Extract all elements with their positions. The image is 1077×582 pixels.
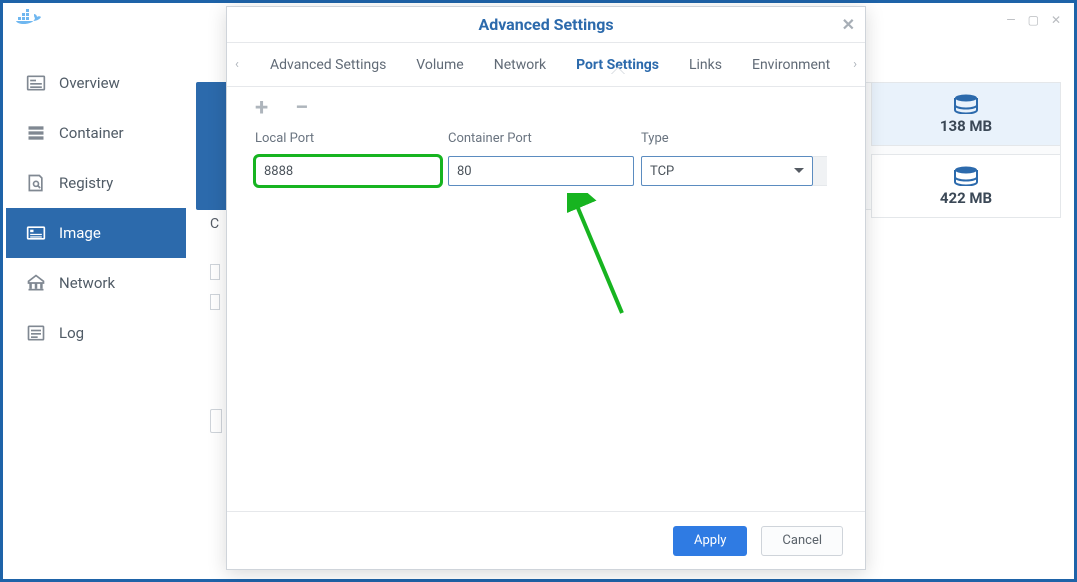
button-fragment [210, 409, 222, 433]
search-doc-icon [26, 173, 46, 193]
image-row[interactable]: 138 MB [871, 82, 1061, 146]
type-select-value: TCP [650, 164, 674, 179]
sidebar-item-log[interactable]: Log [6, 308, 186, 358]
truncated-text: C [210, 216, 219, 232]
tab-scroll-left-icon[interactable]: ‹ [235, 57, 239, 72]
image-icon [26, 223, 46, 243]
tab-port-settings[interactable]: Port Settings [561, 57, 674, 73]
window-maximize-icon[interactable]: ▢ [1028, 13, 1039, 27]
apply-button[interactable]: Apply [673, 526, 747, 556]
network-icon [26, 273, 46, 293]
sidebar-item-label: Log [59, 324, 84, 342]
row-trailing-spacer [813, 156, 827, 186]
col-container-port: Container Port [448, 131, 641, 152]
modal-title: Advanced Settings ✕ [227, 7, 865, 43]
sidebar-item-overview[interactable]: Overview [6, 58, 186, 108]
tab-volume[interactable]: Volume [401, 57, 478, 73]
checkbox-fragment [210, 294, 220, 310]
remove-icon[interactable]: − [295, 98, 317, 120]
chevron-down-icon [794, 168, 804, 178]
tab-environment[interactable]: Environment [737, 57, 845, 73]
app-window: — ▢ ✕ Overview Container Registry Image [6, 6, 1071, 576]
sidebar-item-label: Network [59, 274, 115, 292]
sidebar-item-network[interactable]: Network [6, 258, 186, 308]
card-icon [26, 73, 46, 93]
add-icon[interactable]: + [255, 98, 277, 120]
advanced-settings-modal: Advanced Settings ✕ ‹ Advanced Settings … [226, 6, 866, 570]
tab-links[interactable]: Links [674, 57, 737, 73]
image-row[interactable]: 422 MB [871, 154, 1061, 218]
port-table-header: Local Port Container Port Type [227, 131, 865, 152]
close-icon[interactable]: ✕ [842, 15, 855, 34]
disk-stack-icon [953, 166, 979, 186]
port-table-row: TCP [227, 152, 865, 186]
modal-title-text: Advanced Settings [478, 15, 613, 34]
sidebar-item-image[interactable]: Image [6, 208, 186, 258]
tab-scroll-right-icon[interactable]: › [853, 57, 857, 72]
checkbox-fragment [210, 264, 220, 280]
sidebar-item-container[interactable]: Container [6, 108, 186, 158]
docker-icon [16, 9, 44, 31]
sidebar-item-registry[interactable]: Registry [6, 158, 186, 208]
tab-advanced-settings[interactable]: Advanced Settings [255, 57, 401, 73]
window-minimize-icon[interactable]: — [1006, 13, 1015, 27]
image-size: 422 MB [940, 189, 992, 207]
modal-footer: Apply Cancel [227, 511, 865, 569]
sidebar: Overview Container Registry Image Networ… [6, 34, 186, 576]
window-close-icon[interactable]: ✕ [1051, 13, 1061, 27]
disk-stack-icon [953, 94, 979, 114]
modal-tabs: ‹ Advanced Settings Volume Network Port … [227, 43, 865, 87]
list-icon [26, 123, 46, 143]
local-port-input[interactable] [255, 156, 441, 186]
image-size: 138 MB [940, 117, 992, 135]
port-toolbar: + − [227, 87, 865, 131]
sidebar-item-label: Overview [59, 74, 120, 92]
type-select[interactable]: TCP [641, 156, 813, 186]
sidebar-item-label: Container [59, 124, 124, 142]
sidebar-item-label: Registry [59, 174, 113, 192]
col-local-port: Local Port [255, 131, 448, 152]
container-port-input[interactable] [448, 156, 634, 186]
log-icon [26, 323, 46, 343]
sidebar-item-label: Image [59, 224, 101, 242]
tab-network[interactable]: Network [479, 57, 561, 73]
col-type: Type [641, 131, 819, 152]
cancel-button[interactable]: Cancel [761, 526, 843, 556]
